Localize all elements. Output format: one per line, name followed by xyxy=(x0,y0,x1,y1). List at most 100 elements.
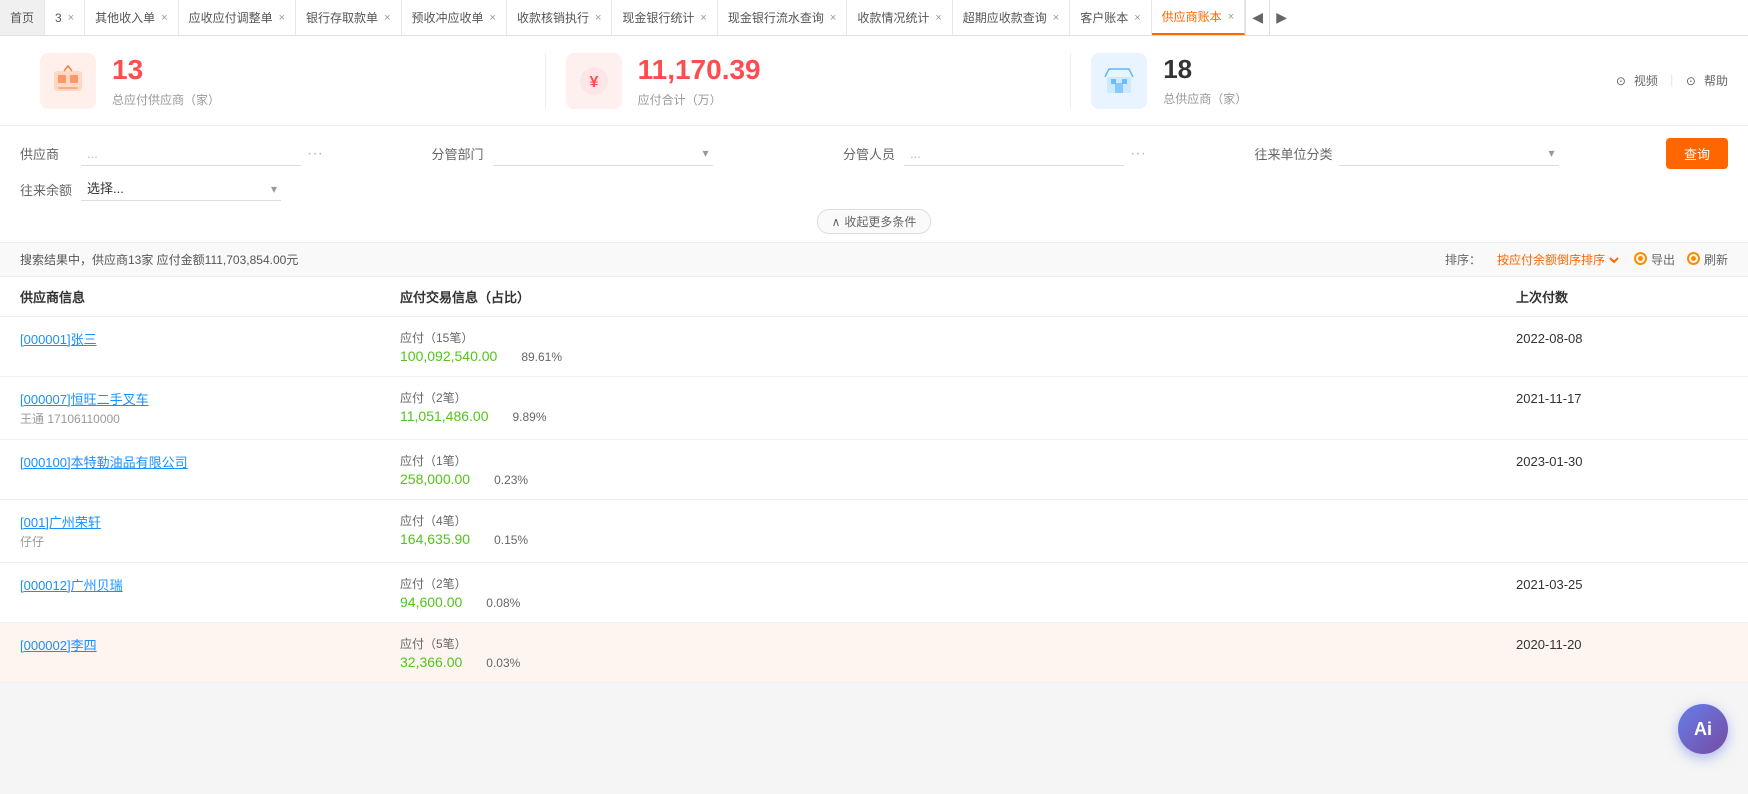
nav-tab-advance-receipt[interactable]: 预收冲应收单 × xyxy=(402,0,507,35)
nav-tab-receipt-verify[interactable]: 收款核销执行 × xyxy=(507,0,612,35)
supplier-link-1[interactable]: [000007]恒旺二手叉车 xyxy=(20,389,400,408)
nav-arrow-left[interactable]: ◀ xyxy=(1245,0,1269,36)
help-link[interactable]: 帮助 xyxy=(1704,72,1728,89)
nav-tab-receipt-stat-close[interactable]: × xyxy=(935,12,941,24)
nav-tab-bank-deposit[interactable]: 银行存取款单 × xyxy=(296,0,401,35)
balance-filter-label: 往来余额 xyxy=(20,180,75,199)
refresh-radio-icon xyxy=(1687,252,1700,268)
nav-tab-customer-account[interactable]: 客户账本 × xyxy=(1070,0,1151,35)
nav-tab-overdue-receipt-close[interactable]: × xyxy=(1053,12,1059,24)
nav-tab-receipt-stat-label: 收款情况统计 xyxy=(857,9,929,26)
table-cell-supplier-1: [000007]恒旺二手叉车王通 17106110000 xyxy=(20,389,400,427)
supplier-link-0[interactable]: [000001]张三 xyxy=(20,329,400,348)
video-link[interactable]: 视频 xyxy=(1634,72,1658,89)
result-bar-right: 排序： 按应付余额倒序排序 按应付余额正序排序 导出 刷新 xyxy=(1445,251,1728,268)
query-button[interactable]: 查询 xyxy=(1666,138,1728,169)
tx-label-2: 应付（1笔） xyxy=(400,452,1516,469)
tx-label-1: 应付（2笔） xyxy=(400,389,1516,406)
nav-tab-other-income[interactable]: 其他收入单 × xyxy=(85,0,178,35)
table-header: 供应商信息 应付交易信息（占比） 上次付数 xyxy=(0,277,1748,317)
person-filter-label: 分管人员 xyxy=(843,144,898,163)
tx-percent-3: 0.15% xyxy=(494,533,528,547)
total-suppliers-number: 18 xyxy=(1163,54,1247,85)
nav-tab-bank-deposit-close[interactable]: × xyxy=(384,12,390,24)
video-icon: ⊙ xyxy=(1616,74,1626,88)
nav-tab-3-close[interactable]: × xyxy=(68,12,74,24)
table-row: [000012]广州贝瑞应付（2笔）94,600.000.08%2021-03-… xyxy=(0,563,1748,623)
summary-info-total-suppliers: 18 总供应商（家） xyxy=(1163,54,1247,106)
tx-amount-5[interactable]: 32,366.00 xyxy=(400,654,462,670)
nav-tab-home[interactable]: 首页 xyxy=(0,0,45,35)
col-header-scrollbar xyxy=(1716,287,1728,306)
nav-tab-advance-receipt-close[interactable]: × xyxy=(490,12,496,24)
dept-filter-label: 分管部门 xyxy=(432,144,487,163)
nav-tab-overdue-receipt-label: 超期应收款查询 xyxy=(963,9,1047,26)
table-cell-supplier-4: [000012]广州贝瑞 xyxy=(20,575,400,594)
nav-tab-cash-bank-flow-label: 现金银行流水查询 xyxy=(728,9,824,26)
table-cell-transaction-2: 应付（1笔）258,000.000.23% xyxy=(400,452,1516,487)
filter-supplier: 供应商 ··· xyxy=(20,142,416,166)
collapse-button[interactable]: ∧ 收起更多条件 xyxy=(817,209,932,234)
tx-amount-3[interactable]: 164,635.90 xyxy=(400,531,470,547)
supplier-link-5[interactable]: [000002]李四 xyxy=(20,635,400,654)
nav-tab-payable-adjust-close[interactable]: × xyxy=(279,12,285,24)
person-filter-input[interactable] xyxy=(904,142,1124,166)
ai-button-label: Ai xyxy=(1694,719,1712,740)
tx-amount-4[interactable]: 94,600.00 xyxy=(400,594,462,610)
supplier-filter-more[interactable]: ··· xyxy=(307,145,323,163)
nav-tab-overdue-receipt[interactable]: 超期应收款查询 × xyxy=(953,0,1070,35)
nav-tab-payable-adjust-label: 应收应付调整单 xyxy=(189,9,273,26)
table-cell-transaction-0: 应付（15笔） 100,092,540.0089.61% xyxy=(400,329,1516,364)
nav-tab-supplier-account-label: 供应商账本 xyxy=(1162,8,1222,25)
supplier-link-3[interactable]: [001]广州荣轩 xyxy=(20,512,400,531)
table-cell-lastpay-4: 2021-03-25 xyxy=(1516,575,1716,592)
help-icon: ⊙ xyxy=(1686,74,1696,88)
filter-dept: 分管部门 ▾ xyxy=(432,142,828,166)
tx-percent-1: 9.89% xyxy=(513,410,547,424)
nav-tab-other-income-close[interactable]: × xyxy=(161,12,167,24)
tx-row-4: 94,600.000.08% xyxy=(400,594,1516,610)
supplier-filter-input[interactable] xyxy=(81,142,301,166)
refresh-button[interactable]: 刷新 xyxy=(1687,251,1728,268)
total-suppliers-label: 总供应商（家） xyxy=(1163,90,1247,107)
nav-tab-cash-bank-stat-close[interactable]: × xyxy=(700,12,706,24)
collapse-up-icon: ∧ xyxy=(832,215,841,229)
export-button[interactable]: 导出 xyxy=(1634,251,1675,268)
top-navigation: 首页 3 × 其他收入单 × 应收应付调整单 × 银行存取款单 × 预收冲应收单… xyxy=(0,0,1748,36)
tx-row-5: 32,366.000.03% xyxy=(400,654,1516,670)
table-cell-transaction-4: 应付（2笔）94,600.000.08% xyxy=(400,575,1516,610)
collapse-button-label: 收起更多条件 xyxy=(844,213,916,230)
tx-amount-1[interactable]: 11,051,486.00 xyxy=(400,408,489,424)
nav-tab-payable-adjust[interactable]: 应收应付调整单 × xyxy=(179,0,296,35)
filter-row-1: 供应商 ··· 分管部门 ▾ 分管人员 ··· 往来单位分类 xyxy=(20,138,1728,169)
summary-card-total-suppliers: 18 总供应商（家） xyxy=(1071,53,1596,109)
dept-filter-select[interactable] xyxy=(493,142,713,165)
sort-select[interactable]: 按应付余额倒序排序 按应付余额正序排序 xyxy=(1493,252,1622,268)
balance-filter-select[interactable]: 选择... xyxy=(81,177,281,200)
ai-button[interactable]: Ai xyxy=(1678,704,1728,754)
filter-category: 往来单位分类 ▾ xyxy=(1255,142,1651,166)
tx-amount-2[interactable]: 258,000.00 xyxy=(400,471,470,487)
tx-amount-0[interactable]: 100,092,540.00 xyxy=(400,348,497,364)
nav-arrow-right[interactable]: ▶ xyxy=(1269,0,1293,36)
supplier-link-2[interactable]: [000100]本特勒油品有限公司 xyxy=(20,452,400,471)
nav-tab-cash-bank-flow[interactable]: 现金银行流水查询 × xyxy=(718,0,847,35)
tx-row-0: 100,092,540.0089.61% xyxy=(400,348,1516,364)
nav-tab-cash-bank-flow-close[interactable]: × xyxy=(830,12,836,24)
supplier-link-4[interactable]: [000012]广州贝瑞 xyxy=(20,575,400,594)
nav-tab-receipt-stat[interactable]: 收款情况统计 × xyxy=(847,0,952,35)
person-filter-more[interactable]: ··· xyxy=(1130,145,1146,163)
category-filter-select[interactable] xyxy=(1339,142,1559,165)
nav-tab-supplier-account[interactable]: 供应商账本 × xyxy=(1152,0,1245,35)
nav-tab-customer-account-close[interactable]: × xyxy=(1134,12,1140,24)
nav-tab-3[interactable]: 3 × xyxy=(45,0,85,35)
summary-info-payable-suppliers: 13 总应付供应商（家） xyxy=(112,53,220,108)
nav-tab-cash-bank-stat[interactable]: 现金银行统计 × xyxy=(612,0,717,35)
filter-row-2: 往来余额 选择... ▾ xyxy=(20,177,1728,201)
nav-tab-supplier-account-close[interactable]: × xyxy=(1228,11,1234,23)
tx-label-0: 应付（15笔） xyxy=(400,329,1516,346)
nav-tab-receipt-verify-close[interactable]: × xyxy=(595,12,601,24)
category-filter-label: 往来单位分类 xyxy=(1255,144,1333,163)
nav-tab-receipt-verify-label: 收款核销执行 xyxy=(517,9,589,26)
filter-person: 分管人员 ··· xyxy=(843,142,1239,166)
